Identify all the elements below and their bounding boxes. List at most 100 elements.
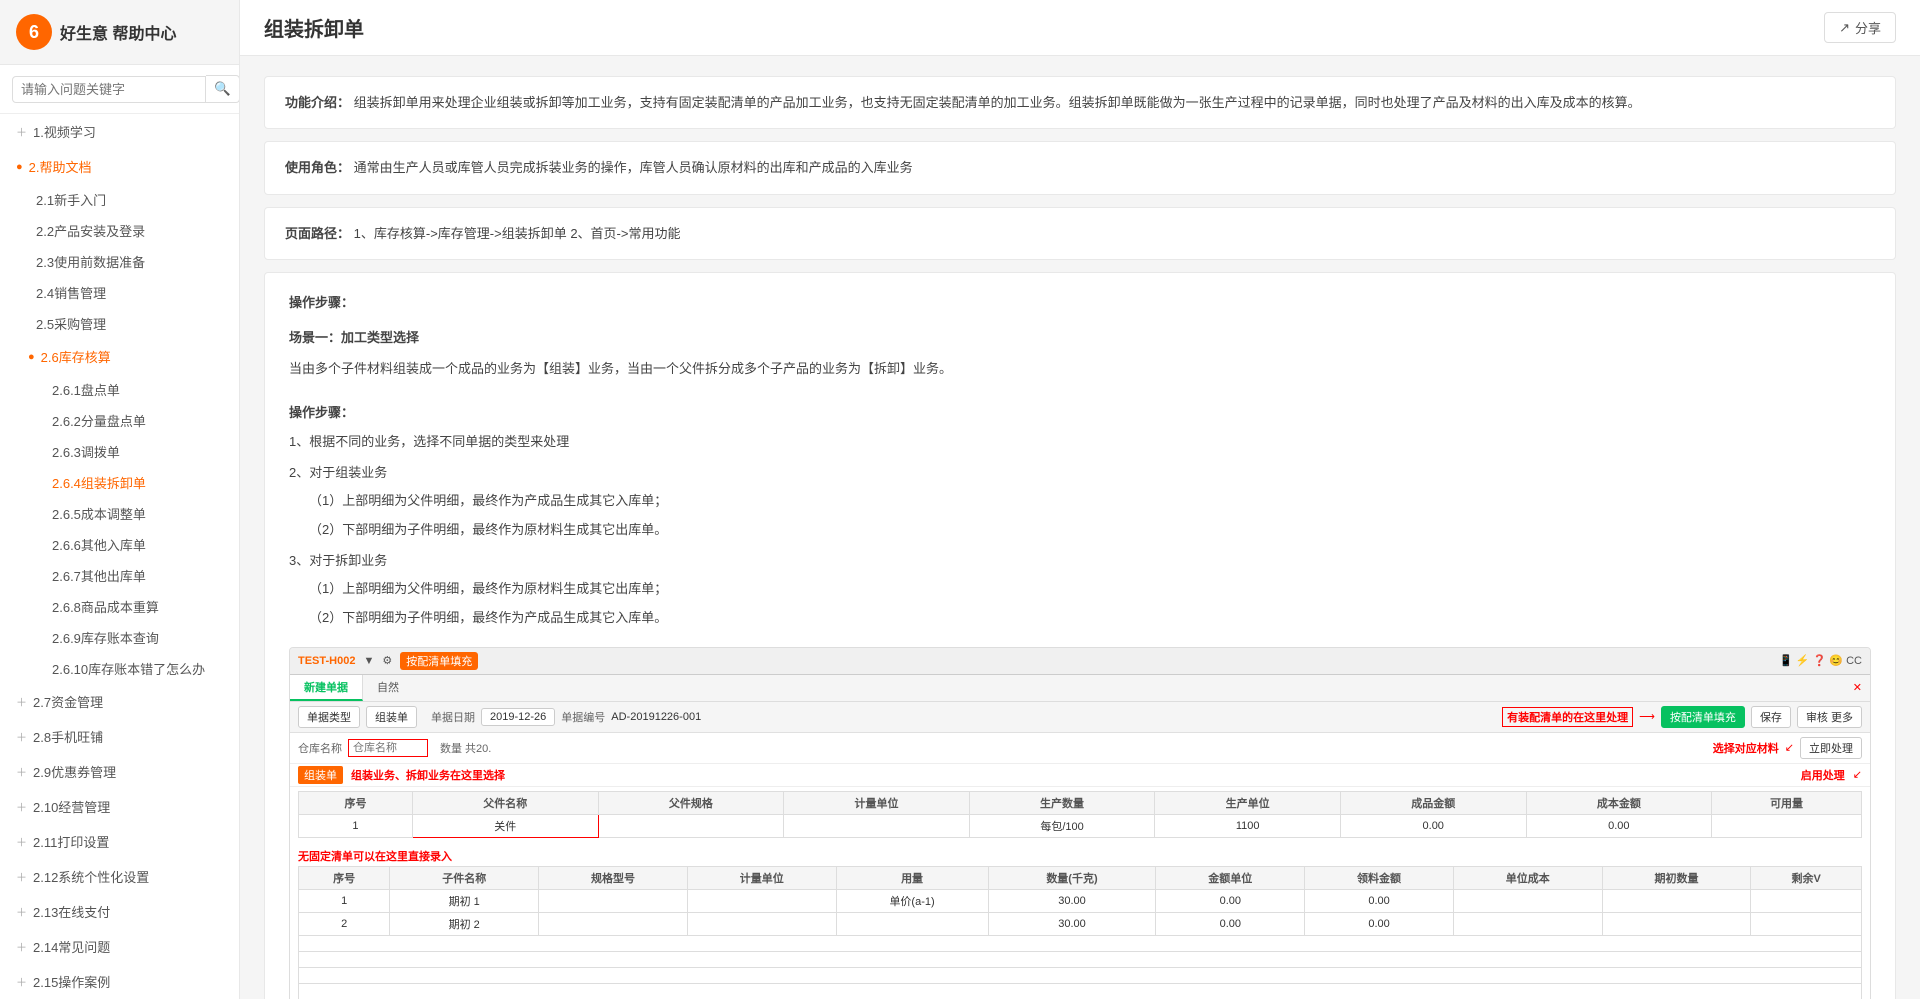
sidebar-item-2-11[interactable]: ＋ 2.11打印设置: [0, 824, 239, 859]
ss-arrow4: ↙: [1853, 768, 1862, 781]
toggle-icon-2-6: ●: [28, 351, 35, 363]
logo-icon: 6: [16, 14, 52, 50]
ss-annotation1: 有装配清单的在这里处理: [1502, 707, 1633, 727]
sidebar-item-2-6-10[interactable]: 2.6.10库存账本错了怎么办: [0, 653, 239, 684]
toggle-icon-2-10: ＋: [16, 799, 27, 815]
sidebar-item-2-6-9[interactable]: 2.6.9库存账本查询: [0, 622, 239, 653]
ss-bth-2: 规格型号: [539, 866, 688, 889]
sidebar-item-2-6-2[interactable]: 2.6.2分量盘点单: [0, 405, 239, 436]
ss-orange-btn: 按配清单填充: [400, 652, 478, 670]
search-button[interactable]: 🔍: [206, 75, 240, 103]
ss-bottom-row-1: 1 期初 1 单价(a-1) 30.00 0.00 0.00: [299, 889, 1862, 912]
ss-top-row-1: 1 关件 每包/100 1100 0.00 0.00: [299, 814, 1862, 837]
ss-arrow2: ↙: [1785, 741, 1794, 754]
search-box[interactable]: 🔍: [0, 65, 239, 114]
sidebar-item-2-6-label: 2.6库存核算: [41, 347, 111, 366]
sidebar-item-2-4[interactable]: 2.4销售管理: [0, 277, 239, 308]
ss-bth-3: 计量单位: [687, 866, 836, 889]
ss-settings-icon: ⚙: [382, 654, 392, 667]
sidebar-item-2-12[interactable]: ＋ 2.12系统个性化设置: [0, 859, 239, 894]
ss-br3-empty: [299, 935, 1862, 951]
ss-top-cell-name: 关件: [412, 814, 598, 837]
ss-bottom-row-6: [299, 983, 1862, 999]
ss-th-6: 成品金额: [1340, 791, 1526, 814]
ss-close-btn: ✕: [1845, 675, 1870, 701]
sidebar-item-2-9-label: 2.9优惠券管理: [33, 762, 116, 781]
ss-br5-empty: [299, 967, 1862, 983]
feature-intro-label: 功能介绍：: [285, 95, 350, 110]
sidebar-item-2-15[interactable]: ＋ 2.15操作案例: [0, 964, 239, 999]
ss-btn-audit: 审核 更多: [1797, 706, 1862, 728]
sidebar-item-2-7[interactable]: ＋ 2.7资金管理: [0, 684, 239, 719]
sidebar-item-2-6-4[interactable]: 2.6.4组装拆卸单: [0, 467, 239, 498]
ss-top-cell-produnit: 1100: [1155, 814, 1341, 837]
sidebar-item-2-14-label: 2.14常见问题: [33, 937, 110, 956]
ss-bth-6: 金额单位: [1156, 866, 1305, 889]
toggle-icon-2-7: ＋: [16, 694, 27, 710]
ss-annotation4: 启用处理: [1801, 767, 1845, 783]
search-input[interactable]: [12, 76, 206, 103]
ss-br2-initqty: [1602, 912, 1751, 935]
ss-bottom-row-4: [299, 951, 1862, 967]
ops-steps-label: 操作步骤：: [289, 401, 1871, 426]
sidebar-item-2-3[interactable]: 2.3使用前数据准备: [0, 246, 239, 277]
sidebar-item-2-8[interactable]: ＋ 2.8手机旺铺: [0, 719, 239, 754]
fake-screenshot: TEST-H002 ▼ ⚙ 按配清单填充 📱 ⚡ ❓ 😊 CC 新建单据 自然 …: [290, 648, 1870, 999]
ss-th-3: 计量单位: [784, 791, 970, 814]
sidebar-item-2-5[interactable]: 2.5采购管理: [0, 308, 239, 339]
step3-a: （1）上部明细为父件明细，最终作为原材料生成其它出库单；: [289, 577, 1871, 602]
role-block: 使用角色： 通常由生产人员或库管人员完成拆装业务的操作，库管人员确认原材料的出库…: [264, 141, 1896, 194]
ss-top-table-container: 序号 父件名称 父件规格 计量单位 生产数量 生产单位 成品金额 成本金额 可用…: [290, 787, 1870, 842]
sidebar-item-2-6-5[interactable]: 2.6.5成本调整单: [0, 498, 239, 529]
ss-qty-label: 数量 共20.: [440, 740, 491, 756]
ss-th-0: 序号: [299, 791, 413, 814]
ss-br2-spec: [539, 912, 688, 935]
ss-num-label: 单据编号: [561, 709, 605, 725]
sidebar-item-2-6-8[interactable]: 2.6.8商品成本重算: [0, 591, 239, 622]
ss-bottom-table-container: 无固定清单可以在这里直接录入 序号 子件名称 规格型号 计量单位 用量 数量(千…: [290, 842, 1870, 999]
sidebar-item-docs[interactable]: ● 2.帮助文档: [0, 149, 239, 184]
ss-br2-unit: [687, 912, 836, 935]
ss-br1-matamt: 0.00: [1305, 889, 1454, 912]
ss-form-toolbar: 单据类型 组装单 单据日期 2019-12-26 单据编号 AD-2019122…: [290, 702, 1870, 733]
sidebar-item-2-6-7[interactable]: 2.6.7其他出库单: [0, 560, 239, 591]
sidebar-item-2-9[interactable]: ＋ 2.9优惠券管理: [0, 754, 239, 789]
ss-top-cell-qty: 每包/100: [969, 814, 1155, 837]
toggle-icon-2-8: ＋: [16, 729, 27, 745]
ss-date-label: 单据日期: [431, 709, 475, 725]
sidebar-item-2-13[interactable]: ＋ 2.13在线支付: [0, 894, 239, 929]
ss-bottom-row-3: [299, 935, 1862, 951]
sidebar-item-2-10[interactable]: ＋ 2.10经营管理: [0, 789, 239, 824]
sidebar-item-video[interactable]: ＋ 1.视频学习: [0, 114, 239, 149]
sidebar-item-2-12-label: 2.12系统个性化设置: [33, 867, 149, 886]
step3: 3、对于拆卸业务: [289, 549, 1871, 574]
sidebar-item-2-2[interactable]: 2.2产品安装及登录: [0, 215, 239, 246]
sidebar-item-2-6[interactable]: ● 2.6库存核算: [0, 339, 239, 374]
toggle-icon-2-15: ＋: [16, 974, 27, 990]
path-block: 页面路径： 1、库存核算->库存管理->组装拆卸单 2、首页->常用功能: [264, 207, 1896, 260]
sidebar-item-2-14[interactable]: ＋ 2.14常见问题: [0, 929, 239, 964]
nav-section: ＋ 1.视频学习 ● 2.帮助文档 2.1新手入门 2.2产品安装及登录 2.3…: [0, 114, 239, 999]
share-button[interactable]: ↗ 分享: [1824, 12, 1896, 43]
ss-br2-remain: [1751, 912, 1862, 935]
screenshot-container: TEST-H002 ▼ ⚙ 按配清单填充 📱 ⚡ ❓ 😊 CC 新建单据 自然 …: [289, 647, 1871, 999]
ss-br1-num: 1: [299, 889, 390, 912]
sidebar-item-2-15-label: 2.15操作案例: [33, 972, 110, 991]
sidebar-item-2-6-1[interactable]: 2.6.1盘点单: [0, 374, 239, 405]
role-label: 使用角色：: [285, 160, 350, 175]
ss-num-value: AD-20191226-001: [611, 711, 701, 723]
ss-tab-bar: 新建单据 自然 ✕: [290, 675, 1870, 702]
ss-bth-8: 单位成本: [1453, 866, 1602, 889]
ss-bth-0: 序号: [299, 866, 390, 889]
sidebar-item-2-6-6[interactable]: 2.6.6其他入库单: [0, 529, 239, 560]
ss-top-cell-num: 1: [299, 814, 413, 837]
role-desc: 通常由生产人员或库管人员完成拆装业务的操作，库管人员确认原材料的出库和产成品的入…: [354, 160, 913, 175]
ss-wh-input[interactable]: [348, 739, 428, 757]
step2-b: （2）下部明细为子件明细，最终作为原材料生成其它出库单。: [289, 518, 1871, 543]
sidebar-item-video-label: 1.视频学习: [33, 122, 96, 141]
sidebar-item-2-1[interactable]: 2.1新手入门: [0, 184, 239, 215]
main-content: 组装拆卸单 ↗ 分享 功能介绍： 组装拆卸单用来处理企业组装或拆卸等加工业务，支…: [240, 0, 1920, 999]
sidebar-item-2-6-3[interactable]: 2.6.3调拨单: [0, 436, 239, 467]
ss-top-cell-cost: 0.00: [1526, 814, 1712, 837]
ops-label: 操作步骤：: [289, 291, 1871, 316]
